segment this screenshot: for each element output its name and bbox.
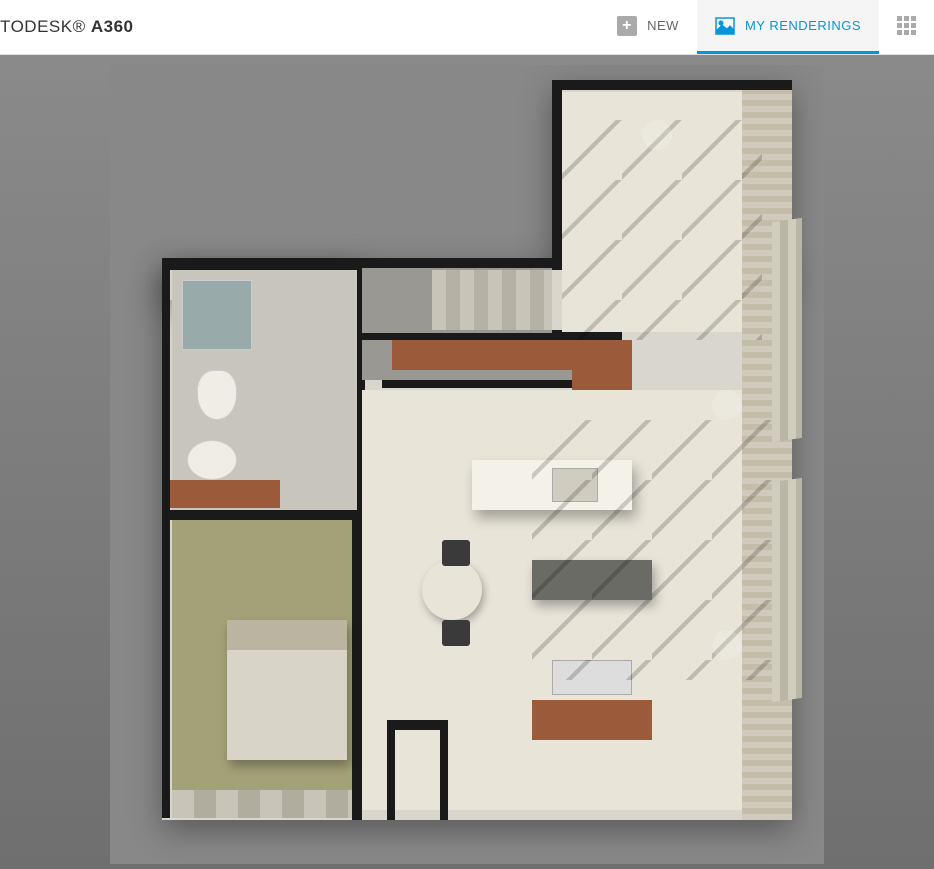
app-header: TODESK® A360 + NEW MY RENDERINGS (0, 0, 934, 55)
nav-new[interactable]: + NEW (599, 0, 697, 54)
render-viewport[interactable] (0, 55, 934, 869)
brand-prefix: TODESK (0, 17, 73, 36)
nav-renderings-label: MY RENDERINGS (745, 18, 861, 33)
nav-new-label: NEW (647, 18, 679, 33)
grid-icon (897, 16, 916, 35)
nav-apps[interactable] (879, 0, 934, 54)
plus-icon: + (617, 16, 637, 36)
brand-logo: TODESK® A360 (0, 17, 134, 37)
image-icon (715, 16, 735, 36)
nav-my-renderings[interactable]: MY RENDERINGS (697, 0, 879, 54)
floor-plan (132, 80, 802, 850)
brand-suffix: A360 (91, 17, 134, 36)
top-nav: + NEW MY RENDERINGS (599, 0, 934, 54)
rendering-image (110, 65, 824, 864)
